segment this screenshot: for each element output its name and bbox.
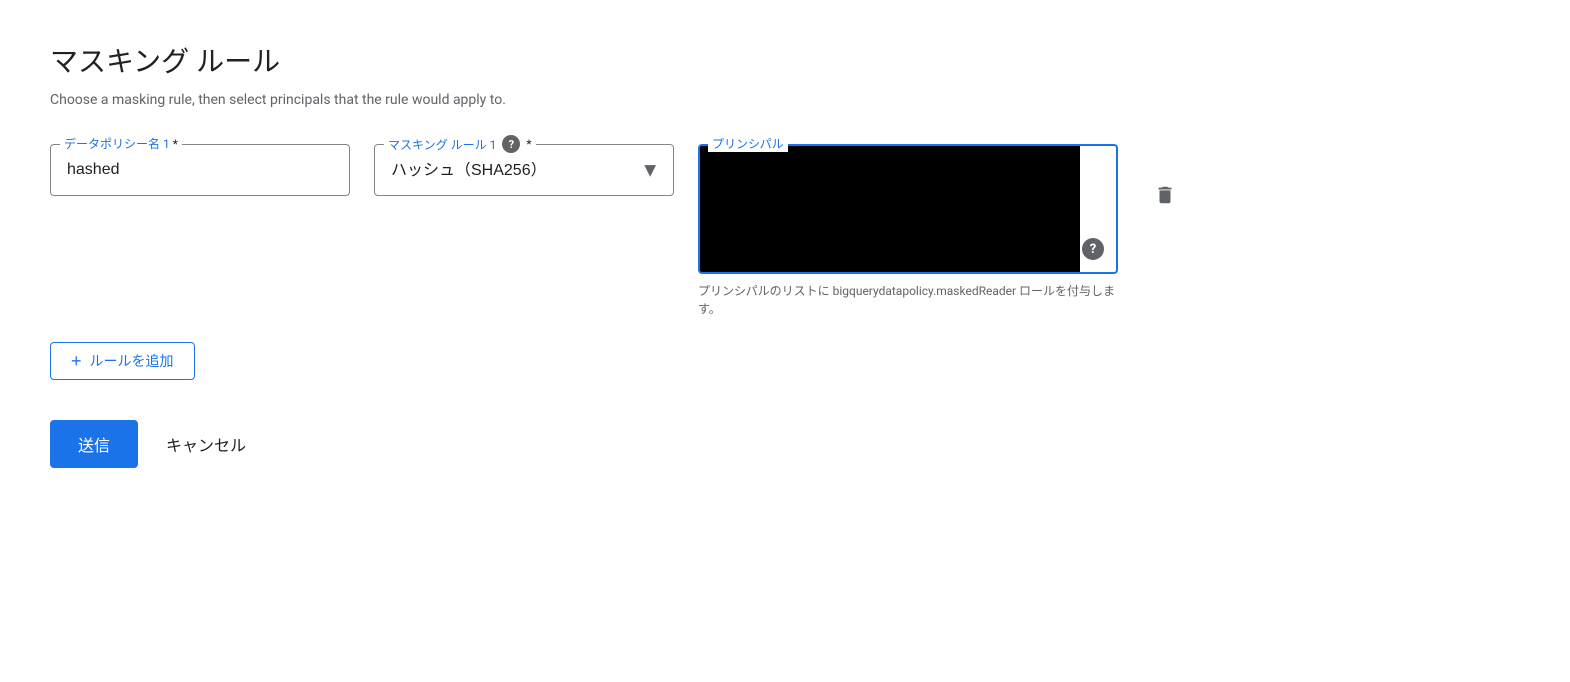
form-row: データポリシー名 1 * マスキング ルール 1 ? * ハッシュ（SHA256… bbox=[50, 144, 1520, 318]
principals-input-container[interactable]: ? bbox=[698, 144, 1118, 274]
masking-rule-field: マスキング ルール 1 ? * ハッシュ（SHA256） マスキングなし デフォ… bbox=[374, 144, 674, 196]
submit-button[interactable]: 送信 bbox=[50, 420, 138, 468]
principals-black-area bbox=[700, 146, 1080, 272]
delete-rule-button[interactable] bbox=[1154, 184, 1176, 206]
principals-help-text: プリンシパルのリストに bigquerydatapolicy.maskedRea… bbox=[698, 282, 1118, 318]
add-rule-label: ルールを追加 bbox=[90, 351, 174, 371]
plus-icon: + bbox=[71, 352, 82, 370]
principals-label: プリンシパル bbox=[708, 135, 788, 152]
action-row: 送信 キャンセル bbox=[50, 420, 1520, 468]
principals-section: プリンシパル ? プリンシパルのリストに bigquerydatapolicy.… bbox=[698, 144, 1118, 318]
masking-rule-label: マスキング ルール 1 ? * bbox=[384, 135, 536, 153]
masking-rule-help-icon[interactable]: ? bbox=[502, 135, 520, 153]
page-subtitle: Choose a masking rule, then select princ… bbox=[50, 92, 1520, 108]
principals-field-wrapper: プリンシパル ? プリンシパルのリストに bigquerydatapolicy.… bbox=[698, 144, 1118, 318]
principals-help-icon[interactable]: ? bbox=[1082, 238, 1104, 260]
page-title: マスキング ルール bbox=[50, 40, 1520, 80]
policy-name-field: データポリシー名 1 * bbox=[50, 144, 350, 196]
add-rule-button[interactable]: + ルールを追加 bbox=[50, 342, 195, 380]
cancel-button[interactable]: キャンセル bbox=[162, 420, 250, 468]
policy-name-label: データポリシー名 1 * bbox=[60, 135, 182, 152]
trash-icon bbox=[1154, 184, 1176, 206]
